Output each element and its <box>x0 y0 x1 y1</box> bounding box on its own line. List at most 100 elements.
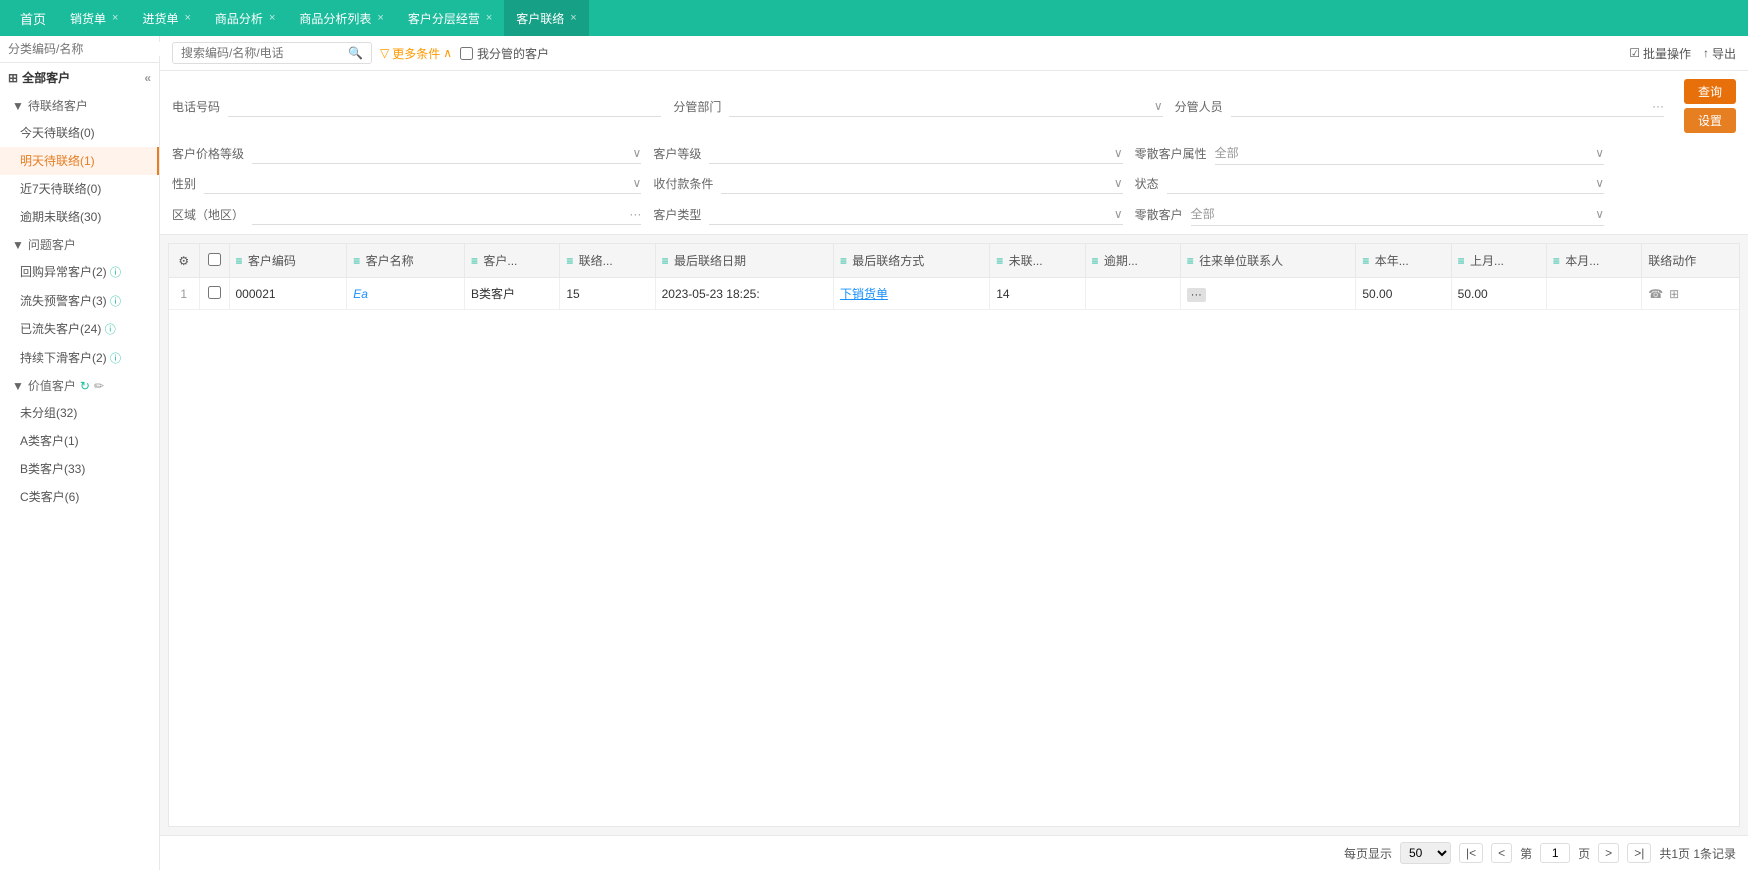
col-contact-person[interactable]: ≡ 往来单位联系人 <box>1180 244 1356 278</box>
next-page-button[interactable]: > <box>1598 843 1619 863</box>
sidebar-7days-contact[interactable]: 近7天待联络(0) <box>0 175 159 203</box>
per-page-select[interactable]: 50 100 200 <box>1400 842 1451 864</box>
gender-chevron-icon: ∨ <box>633 176 642 190</box>
sidebar-ungrouped[interactable]: 未分组(32) <box>0 399 159 427</box>
select-all-checkbox[interactable] <box>208 253 221 266</box>
col-customer-type[interactable]: ≡ 客户... <box>465 244 560 278</box>
collapse-icon[interactable]: « <box>144 71 151 85</box>
row-checkbox[interactable] <box>208 286 221 299</box>
sidebar-class-c[interactable]: C类客户(6) <box>0 483 159 511</box>
col-customer-code[interactable]: ≡ 客户编码 <box>229 244 347 278</box>
nav-product-analysis-list[interactable]: 商品分析列表 × <box>287 0 395 36</box>
page-number-input[interactable] <box>1540 843 1570 863</box>
sidebar-churn-warning[interactable]: 流失预警客户(3) ⓘ <box>0 287 159 316</box>
my-customers-checkbox[interactable]: 我分管的客户 <box>460 45 549 62</box>
grid-action-icon[interactable]: ⊞ <box>1669 287 1679 301</box>
pending-contact-group[interactable]: ▼ 待联络客户 <box>0 92 159 119</box>
col-checkbox-header[interactable] <box>199 244 229 278</box>
col-uncontacted[interactable]: ≡ 未联... <box>990 244 1085 278</box>
area-picker[interactable]: ··· <box>252 204 641 225</box>
row-checkbox-cell[interactable] <box>199 278 229 310</box>
customer-type-select[interactable]: ∨ <box>709 204 1122 225</box>
phone-input[interactable] <box>228 96 661 117</box>
col-last-contact-date[interactable]: ≡ 最后联络日期 <box>655 244 833 278</box>
settings-button[interactable]: 设置 <box>1684 108 1736 133</box>
dept-select[interactable]: ∨ <box>729 96 1162 117</box>
search-input[interactable] <box>181 46 348 60</box>
nav-home[interactable]: 首页 <box>8 0 58 36</box>
sidebar-tomorrow-contact[interactable]: 明天待联络(1) <box>0 147 159 175</box>
value-customers-group[interactable]: ▼ 价值客户 ↻ ✏ <box>0 372 159 399</box>
dept-chevron-icon: ∨ <box>1154 99 1163 113</box>
col-this-month[interactable]: ≡ 本月... <box>1546 244 1641 278</box>
retail-customer-chevron-icon: ∨ <box>1595 207 1604 221</box>
table-row: 1 000021 Ea B类客户 15 2023-05-23 18:25: 下销… <box>169 278 1739 310</box>
filter-customer-level: 客户价格等级 ∨ <box>172 143 641 164</box>
export-icon: ↑ <box>1703 46 1709 60</box>
col-this-year[interactable]: ≡ 本年... <box>1356 244 1451 278</box>
close-sales-order-icon[interactable]: × <box>112 12 118 24</box>
per-page-label: 每页显示 <box>1344 845 1392 862</box>
customer-grade-select[interactable]: ∨ <box>709 143 1122 164</box>
gender-select[interactable]: ∨ <box>204 173 641 194</box>
sidebar-search-input[interactable] <box>8 42 163 56</box>
arrow-down-icon2: ▼ <box>12 238 24 252</box>
nav-customer-contact[interactable]: 客户联络 × <box>504 0 588 36</box>
page-label: 第 <box>1520 845 1532 862</box>
col-contact-count[interactable]: ≡ 联络... <box>560 244 655 278</box>
search-icon[interactable]: 🔍 <box>348 46 363 60</box>
retail-attr-select[interactable]: 全部 ∨ <box>1215 141 1604 165</box>
col-overdue[interactable]: ≡ 逾期... <box>1085 244 1180 278</box>
settings-gear-icon[interactable]: ⚙ <box>178 254 189 268</box>
col-gear-header[interactable]: ⚙ <box>169 244 199 278</box>
toolbar: 🔍 ▽ 更多条件 ∧ 我分管的客户 ☑ 批量操作 ↑ 导出 <box>160 36 1748 71</box>
nav-customer-tier[interactable]: 客户分层经营 × <box>396 0 504 36</box>
status-chevron-icon: ∨ <box>1595 176 1604 190</box>
export-button[interactable]: ↑ 导出 <box>1703 45 1736 62</box>
filter-payment: 收付款条件 ∨ <box>653 173 1122 194</box>
total-records: 共1页 1条记录 <box>1659 845 1736 862</box>
filter-row-4: 区域（地区） ··· 客户类型 ∨ 零散客户 全部 ∨ <box>172 202 1736 226</box>
col-last-month[interactable]: ≡ 上月... <box>1451 244 1546 278</box>
last-page-button[interactable]: >| <box>1627 843 1651 863</box>
batch-operations-button[interactable]: ☑ 批量操作 <box>1629 45 1691 62</box>
sidebar-repurchase-abnormal[interactable]: 回购异常客户(2) ⓘ <box>0 258 159 287</box>
sidebar-class-a[interactable]: A类客户(1) <box>0 427 159 455</box>
sidebar-overdue-contact[interactable]: 逾期未联络(30) <box>0 203 159 231</box>
nav-product-analysis[interactable]: 商品分析 × <box>203 0 287 36</box>
sidebar-today-contact[interactable]: 今天待联络(0) <box>0 119 159 147</box>
col-customer-name[interactable]: ≡ 客户名称 <box>347 244 465 278</box>
query-button[interactable]: 查询 <box>1684 79 1736 104</box>
prev-page-button[interactable]: < <box>1491 843 1512 863</box>
status-select[interactable]: ∨ <box>1167 173 1604 194</box>
edit-icon[interactable]: ✏ <box>94 379 104 393</box>
refresh-icon[interactable]: ↻ <box>80 379 90 393</box>
search-box[interactable]: 🔍 <box>172 42 372 64</box>
close-product-analysis-icon[interactable]: × <box>269 12 275 24</box>
sidebar-class-b[interactable]: B类客户(33) <box>0 455 159 483</box>
sidebar-search-bar[interactable]: 🔍 <box>0 36 159 63</box>
first-page-button[interactable]: |< <box>1459 843 1483 863</box>
phone-action-icon[interactable]: ☎ <box>1648 287 1663 301</box>
customer-level-select[interactable]: ∨ <box>252 143 641 164</box>
all-customers-header[interactable]: ⊞ 全部客户 « <box>0 63 159 92</box>
my-customers-check[interactable] <box>460 47 473 60</box>
col-last-contact-method[interactable]: ≡ 最后联络方式 <box>833 244 989 278</box>
close-product-analysis-list-icon[interactable]: × <box>377 12 383 24</box>
problem-customers-group[interactable]: ▼ 问题客户 <box>0 231 159 258</box>
sidebar-content: ⊞ 全部客户 « ▼ 待联络客户 今天待联络(0) 明天待联络(1) 近7天待联… <box>0 63 159 870</box>
nav-sales-order[interactable]: 销货单 × <box>58 0 130 36</box>
manager-picker[interactable]: ··· <box>1231 96 1664 117</box>
more-conditions-button[interactable]: ▽ 更多条件 ∧ <box>380 45 452 62</box>
retail-customer-select[interactable]: 全部 ∨ <box>1191 202 1604 226</box>
close-purchase-order-icon[interactable]: × <box>184 12 190 24</box>
close-customer-contact-icon[interactable]: × <box>570 12 576 24</box>
sidebar-churned[interactable]: 已流失客户(24) ⓘ <box>0 315 159 344</box>
row-last-contact-date: 2023-05-23 18:25: <box>655 278 833 310</box>
close-customer-tier-icon[interactable]: × <box>486 12 492 24</box>
nav-purchase-order[interactable]: 进货单 × <box>130 0 202 36</box>
row-contact-person: ··· <box>1180 278 1356 310</box>
payment-select[interactable]: ∨ <box>721 173 1122 194</box>
content-area: 🔍 ▽ 更多条件 ∧ 我分管的客户 ☑ 批量操作 ↑ 导出 <box>160 36 1748 870</box>
sidebar-declining[interactable]: 持续下滑客户(2) ⓘ <box>0 344 159 373</box>
